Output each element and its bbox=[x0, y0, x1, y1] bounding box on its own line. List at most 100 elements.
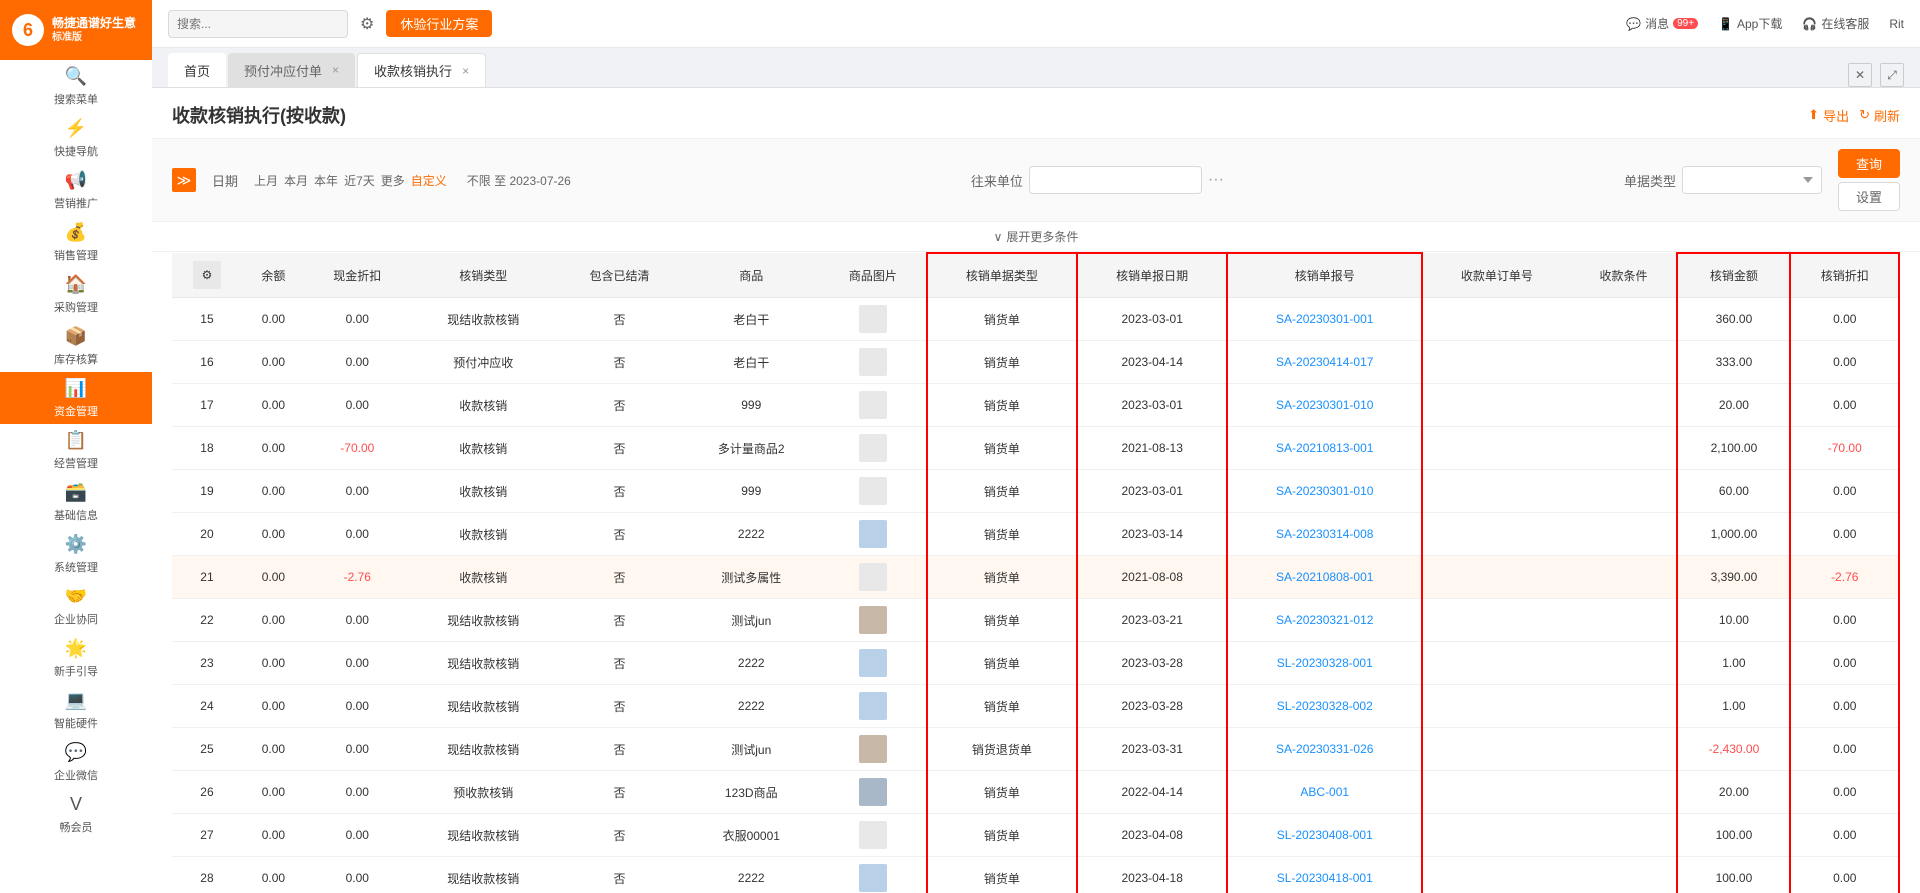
row-settled: 否 bbox=[557, 771, 683, 814]
tab-bar: 首页 预付冲应付单 × 收款核销执行 × ✕ ⤢ bbox=[152, 48, 1920, 88]
online-service-item[interactable]: 🎧 在线客服 bbox=[1802, 15, 1869, 32]
bill-type-label: 单据类型 bbox=[1624, 171, 1676, 190]
table-row: 19 0.00 0.00 收款核销 否 999 销货单 2023-03-01 S… bbox=[172, 470, 1899, 513]
settings-icon[interactable]: ⚙ bbox=[360, 14, 374, 34]
row-bill-type: 销货单 bbox=[927, 771, 1077, 814]
sidebar-label-operations: 经营管理 bbox=[54, 455, 98, 471]
date-custom[interactable]: 自定义 bbox=[411, 172, 447, 189]
row-bill-no[interactable]: SA-20230331-026 bbox=[1227, 728, 1422, 771]
inventory-icon: 📦 bbox=[65, 326, 87, 347]
partner-dots[interactable]: ··· bbox=[1208, 171, 1224, 189]
row-bill-type: 销货单 bbox=[927, 427, 1077, 470]
partner-input[interactable] bbox=[1029, 166, 1202, 194]
tab-prepay[interactable]: 预付冲应付单 × bbox=[228, 53, 355, 87]
row-bill-type: 销货单 bbox=[927, 341, 1077, 384]
row-bill-no[interactable]: SL-20230418-001 bbox=[1227, 857, 1422, 893]
sidebar-label-wechat: 企业微信 bbox=[54, 767, 98, 783]
refresh-button[interactable]: ↻ 刷新 bbox=[1859, 106, 1900, 125]
tab-receipt-close[interactable]: × bbox=[462, 64, 469, 78]
date-this-year[interactable]: 本年 bbox=[314, 172, 338, 189]
row-bill-no[interactable]: SA-20210813-001 bbox=[1227, 427, 1422, 470]
tab-home[interactable]: 首页 bbox=[168, 53, 226, 87]
solution-button[interactable]: 休验行业方案 bbox=[386, 10, 492, 37]
sidebar-item-hardware[interactable]: 💻智能硬件 bbox=[0, 684, 152, 736]
row-amount: 2,100.00 bbox=[1677, 427, 1790, 470]
marketing-icon: 📢 bbox=[65, 170, 87, 191]
message-icon-item[interactable]: 💬 消息 99+ bbox=[1626, 15, 1698, 32]
row-discount: 0.00 bbox=[305, 728, 410, 771]
row-bill-no[interactable]: SA-20230314-008 bbox=[1227, 513, 1422, 556]
app-icon: 📱 bbox=[1718, 17, 1733, 31]
row-bill-no[interactable]: SL-20230408-001 bbox=[1227, 814, 1422, 857]
row-bill-type: 销货单 bbox=[927, 384, 1077, 427]
export-label: 导出 bbox=[1823, 106, 1849, 125]
col-settings-header[interactable]: ⚙ bbox=[172, 253, 242, 298]
table-row: 23 0.00 0.00 现结收款核销 否 2222 销货单 2023-03-2… bbox=[172, 642, 1899, 685]
query-button[interactable]: 查询 bbox=[1838, 149, 1900, 178]
col-bill-type-header: 核销单据类型 bbox=[927, 253, 1077, 298]
app-edition: 标准版 bbox=[52, 31, 136, 44]
row-type: 预收款核销 bbox=[410, 771, 557, 814]
sidebar-item-basic[interactable]: 🗃️基础信息 bbox=[0, 476, 152, 528]
tab-receipt[interactable]: 收款核销执行 × bbox=[357, 53, 486, 87]
row-type: 收款核销 bbox=[410, 470, 557, 513]
export-button[interactable]: ⬆ 导出 bbox=[1808, 106, 1849, 125]
sidebar-item-sales[interactable]: 💰销售管理 bbox=[0, 216, 152, 268]
row-id: 24 bbox=[172, 685, 242, 728]
sidebar-item-finance[interactable]: 📊资金管理 bbox=[0, 372, 152, 424]
sidebar-item-shortcut[interactable]: ⚡快捷导航 bbox=[0, 112, 152, 164]
bill-type-select[interactable] bbox=[1682, 166, 1822, 194]
product-img bbox=[859, 477, 887, 505]
sidebar-item-collab[interactable]: 🤝企业协同 bbox=[0, 580, 152, 632]
tab-prepay-close[interactable]: × bbox=[332, 63, 339, 77]
row-bill-date: 2023-04-18 bbox=[1077, 857, 1227, 893]
row-settled: 否 bbox=[557, 599, 683, 642]
topbar-search[interactable] bbox=[168, 10, 348, 38]
row-bill-type: 销货单 bbox=[927, 556, 1077, 599]
date-last-month[interactable]: 上月 bbox=[254, 172, 278, 189]
sidebar-label-hardware: 智能硬件 bbox=[54, 715, 98, 731]
col-condition-header: 收款条件 bbox=[1571, 253, 1678, 298]
sidebar-item-guide[interactable]: 🌟新手引导 bbox=[0, 632, 152, 684]
sidebar-item-purchase[interactable]: 🏠采购管理 bbox=[0, 268, 152, 320]
sidebar-item-search[interactable]: 🔍搜索菜单 bbox=[0, 60, 152, 112]
row-bill-no[interactable]: SA-20230301-001 bbox=[1227, 298, 1422, 341]
row-bill-no[interactable]: SL-20230328-002 bbox=[1227, 685, 1422, 728]
row-condition bbox=[1571, 685, 1678, 728]
row-bill-no[interactable]: SA-20210808-001 bbox=[1227, 556, 1422, 599]
date-last-7days[interactable]: 近7天 bbox=[344, 172, 375, 189]
row-bill-no[interactable]: SA-20230301-010 bbox=[1227, 470, 1422, 513]
row-bill-no[interactable]: SA-20230321-012 bbox=[1227, 599, 1422, 642]
date-more[interactable]: 更多 bbox=[381, 172, 405, 189]
row-type: 现结收款核销 bbox=[410, 685, 557, 728]
date-this-month[interactable]: 本月 bbox=[284, 172, 308, 189]
row-bill-no[interactable]: SA-20230414-017 bbox=[1227, 341, 1422, 384]
sidebar-item-member[interactable]: V畅会员 bbox=[0, 788, 152, 840]
row-amount: 20.00 bbox=[1677, 771, 1790, 814]
row-bill-type: 销货单 bbox=[927, 642, 1077, 685]
row-bill-no[interactable]: SA-20230301-010 bbox=[1227, 384, 1422, 427]
row-balance: 0.00 bbox=[242, 513, 305, 556]
row-settled: 否 bbox=[557, 341, 683, 384]
close-window-btn[interactable]: ✕ bbox=[1848, 63, 1872, 87]
sidebar-item-inventory[interactable]: 📦库存核算 bbox=[0, 320, 152, 372]
row-amount: -2,430.00 bbox=[1677, 728, 1790, 771]
row-bill-no[interactable]: SL-20230328-001 bbox=[1227, 642, 1422, 685]
sidebar-item-operations[interactable]: 📋经营管理 bbox=[0, 424, 152, 476]
sidebar-item-wechat[interactable]: 💬企业微信 bbox=[0, 736, 152, 788]
filter-settings-button[interactable]: 设置 bbox=[1838, 182, 1900, 211]
user-avatar-item[interactable]: Rit bbox=[1889, 17, 1904, 31]
row-balance: 0.00 bbox=[242, 728, 305, 771]
sidebar-items: 🔍搜索菜单⚡快捷导航📢营销推广💰销售管理🏠采购管理📦库存核算📊资金管理📋经营管理… bbox=[0, 60, 152, 840]
product-img bbox=[859, 348, 887, 376]
app-download-item[interactable]: 📱 App下载 bbox=[1718, 15, 1782, 32]
sidebar-item-system[interactable]: ⚙️系统管理 bbox=[0, 528, 152, 580]
sidebar-item-marketing[interactable]: 📢营销推广 bbox=[0, 164, 152, 216]
col-order-no-header: 收款单订单号 bbox=[1422, 253, 1571, 298]
expand-more-btn[interactable]: ∨ 展开更多条件 bbox=[994, 228, 1079, 245]
search-icon: 🔍 bbox=[65, 66, 87, 87]
row-bill-no[interactable]: ABC-001 bbox=[1227, 771, 1422, 814]
filter-toggle-btn[interactable]: ≫ bbox=[172, 168, 196, 192]
maximize-window-btn[interactable]: ⤢ bbox=[1880, 63, 1904, 87]
sales-icon: 💰 bbox=[65, 222, 87, 243]
